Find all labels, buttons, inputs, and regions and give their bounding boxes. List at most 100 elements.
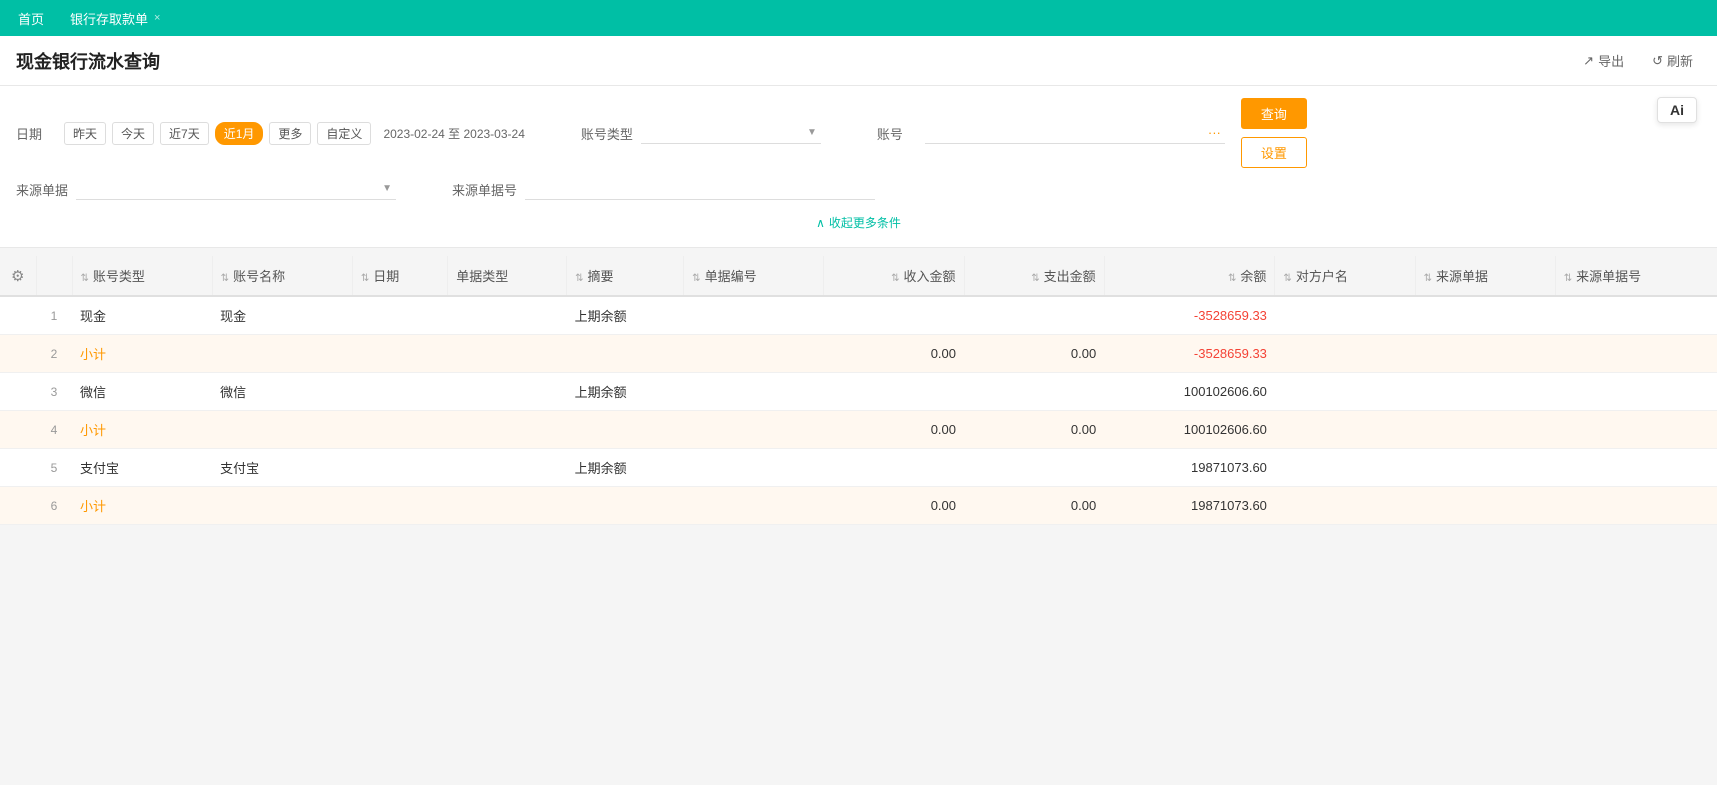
collapse-bar[interactable]: ∧ 收起更多条件	[16, 210, 1701, 235]
sort-icon-balance: ⇅	[1228, 273, 1236, 284]
row-expense	[964, 449, 1104, 487]
column-doc-type: 单据类型	[448, 256, 567, 296]
refresh-icon: ↺	[1652, 53, 1663, 69]
date-btn-today[interactable]: 今天	[112, 122, 154, 145]
table-row: 5支付宝支付宝上期余额19871073.60	[0, 449, 1717, 487]
row-account-type: 小计	[72, 335, 212, 373]
date-btn-1month[interactable]: 近1月	[215, 122, 264, 145]
row-account-name: 现金	[212, 296, 352, 335]
column-date[interactable]: ⇅日期	[352, 256, 447, 296]
row-source-doc	[1415, 373, 1555, 411]
date-btn-more[interactable]: 更多	[269, 122, 311, 145]
row-income	[824, 373, 964, 411]
source-doc-select[interactable]	[76, 178, 396, 199]
row-checkbox-cell	[0, 487, 36, 525]
row-counterpart	[1275, 335, 1415, 373]
account-type-select[interactable]: 现金 微信 支付宝	[641, 122, 821, 143]
account-type-select-wrapper: 现金 微信 支付宝 ▼	[641, 122, 821, 144]
column-summary[interactable]: ⇅摘要	[567, 256, 684, 296]
row-balance: -3528659.33	[1104, 335, 1275, 373]
filter-row-source: 来源单据 ▼ 来源单据号	[16, 178, 1701, 200]
row-checkbox-cell	[0, 335, 36, 373]
row-source-doc	[1415, 296, 1555, 335]
row-source-doc-no	[1555, 487, 1717, 525]
row-account-type: 小计	[72, 411, 212, 449]
column-account-type[interactable]: ⇅账号类型	[72, 256, 212, 296]
row-doc-type	[448, 373, 567, 411]
row-doc-type	[448, 487, 567, 525]
date-btn-custom[interactable]: 自定义	[317, 122, 371, 145]
row-income: 0.00	[824, 335, 964, 373]
ai-badge[interactable]: Ai	[1657, 97, 1697, 123]
row-checkbox-cell	[0, 449, 36, 487]
row-source-doc	[1415, 411, 1555, 449]
row-index: 2	[36, 335, 72, 373]
export-label: 导出	[1598, 51, 1624, 70]
row-counterpart	[1275, 487, 1415, 525]
table-body: 1现金现金上期余额-3528659.332小计0.000.00-3528659.…	[0, 296, 1717, 525]
date-btn-yesterday[interactable]: 昨天	[64, 122, 106, 145]
column-income[interactable]: ⇅收入金额	[824, 256, 964, 296]
column-account-name[interactable]: ⇅账号名称	[212, 256, 352, 296]
date-range: 2023-02-24 至 2023-03-24	[383, 125, 524, 142]
nav-home[interactable]: 首页	[4, 0, 58, 36]
sort-icon-expense: ⇅	[1031, 273, 1039, 284]
date-label: 日期	[16, 124, 56, 143]
nav-tab-银行存取款单[interactable]: 银行存取款单×	[58, 0, 198, 36]
row-date	[352, 449, 447, 487]
row-summary: 上期余额	[567, 449, 684, 487]
account-type-label: 账号类型	[581, 124, 633, 143]
row-account-type: 现金	[72, 296, 212, 335]
column-expense[interactable]: ⇅支出金额	[964, 256, 1104, 296]
row-income	[824, 296, 964, 335]
row-balance: 100102606.60	[1104, 411, 1275, 449]
column-balance[interactable]: ⇅余额	[1104, 256, 1275, 296]
row-account-type: 支付宝	[72, 449, 212, 487]
refresh-label: 刷新	[1667, 51, 1693, 70]
date-btn-7days[interactable]: 近7天	[160, 122, 209, 145]
row-source-doc	[1415, 335, 1555, 373]
source-doc-no-input[interactable]	[525, 178, 875, 199]
row-doc-type	[448, 449, 567, 487]
sort-icon-date: ⇅	[361, 273, 369, 284]
row-income: 0.00	[824, 411, 964, 449]
column-doc-no[interactable]: ⇅单据编号	[684, 256, 824, 296]
collapse-label: 收起更多条件	[829, 214, 901, 231]
row-balance: -3528659.33	[1104, 296, 1275, 335]
source-doc-select-wrapper: ▼	[76, 178, 396, 200]
data-table: ⚙ ⇅账号类型 ⇅账号名称 ⇅日期 单据类型 ⇅摘要 ⇅单据编号	[0, 256, 1717, 525]
row-account-name	[212, 487, 352, 525]
column-source-doc-no[interactable]: ⇅来源单据号	[1555, 256, 1717, 296]
row-index: 1	[36, 296, 72, 335]
row-index: 6	[36, 487, 72, 525]
top-nav: 首页 收款单×付款单×其他收入单×应收应付调整单×银行存取款单×预收冲应收单×收…	[0, 0, 1717, 36]
row-doc-no	[684, 411, 824, 449]
column-gear: ⚙	[0, 256, 36, 296]
row-counterpart	[1275, 411, 1415, 449]
column-counterpart[interactable]: ⇅对方户名	[1275, 256, 1415, 296]
table-settings-icon[interactable]: ⚙	[11, 268, 24, 285]
account-no-input[interactable]	[925, 122, 1204, 143]
account-no-dots-button[interactable]: ···	[1204, 125, 1225, 140]
settings-button[interactable]: 设置	[1241, 137, 1307, 168]
row-counterpart	[1275, 296, 1415, 335]
row-doc-no	[684, 373, 824, 411]
column-source-doc[interactable]: ⇅来源单据	[1415, 256, 1555, 296]
export-button[interactable]: ↗ 导出	[1575, 47, 1632, 74]
row-expense: 0.00	[964, 487, 1104, 525]
sort-icon-source-doc: ⇅	[1424, 273, 1432, 284]
nav-tab-close-银行存取款单[interactable]: ×	[154, 12, 160, 24]
row-doc-type	[448, 296, 567, 335]
refresh-button[interactable]: ↺ 刷新	[1644, 47, 1701, 74]
row-doc-no	[684, 335, 824, 373]
row-date	[352, 487, 447, 525]
query-button[interactable]: 查询	[1241, 98, 1307, 129]
source-doc-no-label: 来源单据号	[452, 180, 517, 199]
row-doc-no	[684, 487, 824, 525]
filter-action-buttons: 查询 设置	[1241, 98, 1307, 168]
row-income	[824, 449, 964, 487]
sort-icon-income: ⇅	[891, 273, 899, 284]
header-actions: ↗ 导出 ↺ 刷新	[1575, 47, 1701, 74]
row-index: 3	[36, 373, 72, 411]
row-counterpart	[1275, 449, 1415, 487]
